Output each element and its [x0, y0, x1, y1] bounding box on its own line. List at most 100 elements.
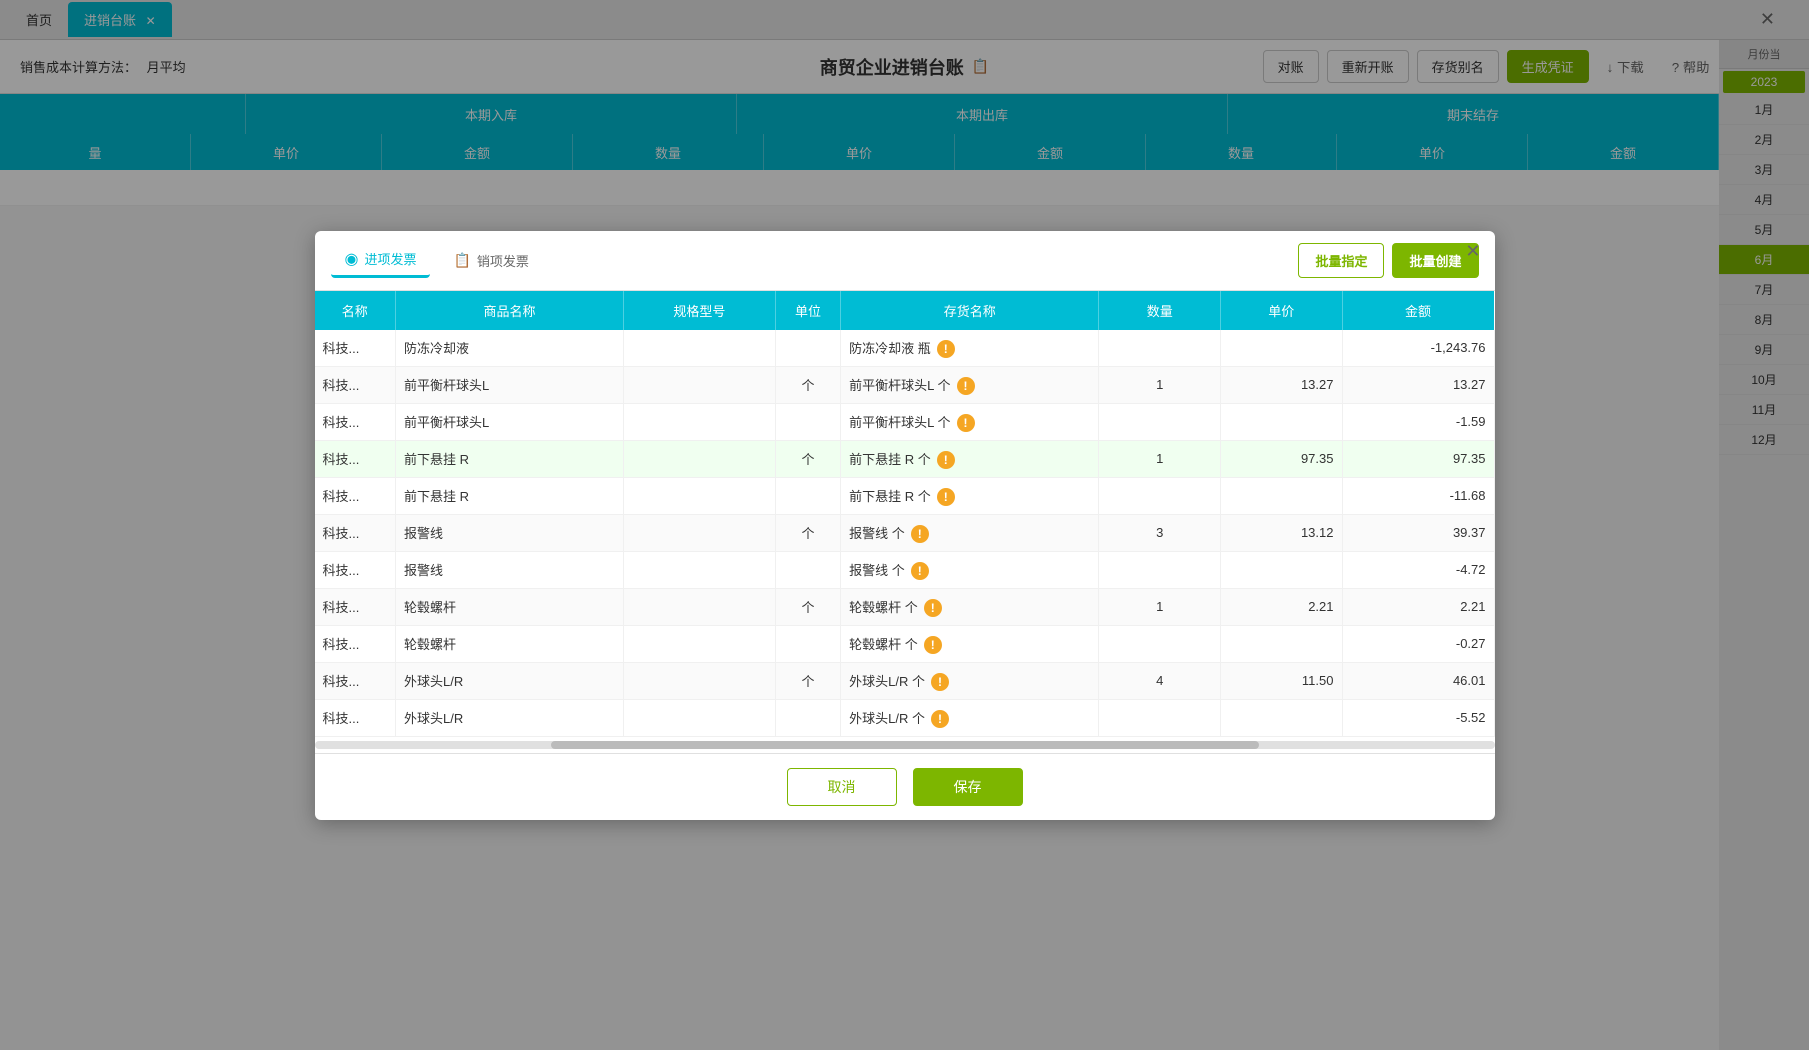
data-cell: 科技... — [315, 625, 396, 662]
table-row[interactable]: 科技...外球头L/R外球头L/R 个!-5.52 — [315, 699, 1495, 736]
warning-icon: ! — [924, 636, 942, 654]
col-price: 单价 — [1220, 291, 1342, 330]
data-cell — [623, 330, 775, 367]
data-cell: 报警线 — [396, 514, 624, 551]
modal-overlay: ◉ 进项发票 📋 销项发票 批量指定 批量创建 ✕ 名 — [0, 0, 1809, 1050]
data-cell: 科技... — [315, 477, 396, 514]
data-cell: 防冻冷却液 — [396, 330, 624, 367]
inventory-cell: 轮毂螺杆 个! — [841, 625, 1099, 662]
warning-icon: ! — [957, 414, 975, 432]
data-cell — [623, 514, 775, 551]
data-cell — [1099, 625, 1221, 662]
data-cell: 科技... — [315, 588, 396, 625]
inventory-cell: 前平衡杆球头L 个! — [841, 403, 1099, 440]
save-button[interactable]: 保存 — [913, 768, 1023, 806]
data-cell: 13.27 — [1342, 366, 1494, 403]
modal-close-button[interactable]: ✕ — [1465, 241, 1480, 262]
data-cell — [623, 440, 775, 477]
data-cell: 97.35 — [1342, 440, 1494, 477]
data-cell — [1220, 403, 1342, 440]
data-cell: 前下悬挂 R — [396, 440, 624, 477]
data-cell — [775, 330, 840, 367]
data-cell — [1099, 477, 1221, 514]
table-row[interactable]: 科技...防冻冷却液防冻冷却液 瓶!-1,243.76 — [315, 330, 1495, 367]
modal-header-buttons: 批量指定 批量创建 — [1298, 243, 1478, 278]
data-cell: 2.21 — [1220, 588, 1342, 625]
data-cell — [1220, 625, 1342, 662]
data-cell — [1220, 477, 1342, 514]
table-row[interactable]: 科技...轮毂螺杆个轮毂螺杆 个!12.212.21 — [315, 588, 1495, 625]
table-row[interactable]: 科技...前平衡杆球头L个前平衡杆球头L 个!113.2713.27 — [315, 366, 1495, 403]
data-cell: -5.52 — [1342, 699, 1494, 736]
data-cell: 科技... — [315, 514, 396, 551]
data-cell — [1099, 551, 1221, 588]
data-cell: 前下悬挂 R — [396, 477, 624, 514]
col-amount: 金额 — [1342, 291, 1494, 330]
data-cell: 13.27 — [1220, 366, 1342, 403]
batch-assign-button[interactable]: 批量指定 — [1298, 243, 1384, 278]
data-cell — [775, 477, 840, 514]
data-cell — [1099, 699, 1221, 736]
data-cell — [623, 625, 775, 662]
data-cell: -4.72 — [1342, 551, 1494, 588]
cancel-button[interactable]: 取消 — [787, 768, 897, 806]
col-inventory: 存货名称 — [841, 291, 1099, 330]
data-cell — [1220, 551, 1342, 588]
data-cell — [623, 662, 775, 699]
data-cell: 前平衡杆球头L — [396, 403, 624, 440]
warning-icon: ! — [931, 710, 949, 728]
tab-purchase-invoice[interactable]: ◉ 进项发票 — [331, 243, 431, 278]
invoice-table: 名称 商品名称 规格型号 单位 存货名称 数量 单价 金额 科技...防冻冷却液… — [315, 291, 1495, 737]
data-cell: 3 — [1099, 514, 1221, 551]
data-cell: 科技... — [315, 330, 396, 367]
table-row[interactable]: 科技...轮毂螺杆轮毂螺杆 个!-0.27 — [315, 625, 1495, 662]
warning-icon: ! — [937, 488, 955, 506]
data-cell: 个 — [775, 588, 840, 625]
col-name: 名称 — [315, 291, 396, 330]
col-spec: 规格型号 — [623, 291, 775, 330]
modal-table[interactable]: 名称 商品名称 规格型号 单位 存货名称 数量 单价 金额 科技...防冻冷却液… — [315, 291, 1495, 753]
data-cell: -1.59 — [1342, 403, 1494, 440]
data-cell — [775, 625, 840, 662]
data-cell: 1 — [1099, 440, 1221, 477]
inventory-cell: 前下悬挂 R 个! — [841, 440, 1099, 477]
warning-icon: ! — [931, 673, 949, 691]
warning-icon: ! — [937, 451, 955, 469]
invoice-in-icon: ◉ — [345, 249, 359, 269]
table-row[interactable]: 科技...外球头L/R个外球头L/R 个!411.5046.01 — [315, 662, 1495, 699]
table-row[interactable]: 科技...前下悬挂 R个前下悬挂 R 个!197.3597.35 — [315, 440, 1495, 477]
warning-icon: ! — [911, 562, 929, 580]
data-cell: 科技... — [315, 662, 396, 699]
tab-sales-invoice[interactable]: 📋 销项发票 — [438, 244, 543, 277]
inventory-cell: 前平衡杆球头L 个! — [841, 366, 1099, 403]
data-cell — [775, 699, 840, 736]
table-row[interactable]: 科技...前下悬挂 R前下悬挂 R 个!-11.68 — [315, 477, 1495, 514]
inventory-cell: 报警线 个! — [841, 514, 1099, 551]
modal-footer: 取消 保存 — [315, 753, 1495, 820]
data-cell: 2.21 — [1342, 588, 1494, 625]
modal-dialog: ◉ 进项发票 📋 销项发票 批量指定 批量创建 ✕ 名 — [315, 231, 1495, 820]
data-cell — [623, 477, 775, 514]
data-cell: 报警线 — [396, 551, 624, 588]
data-cell: 97.35 — [1220, 440, 1342, 477]
warning-icon: ! — [924, 599, 942, 617]
data-cell — [623, 588, 775, 625]
data-cell: 个 — [775, 662, 840, 699]
data-cell — [1220, 330, 1342, 367]
data-cell: 科技... — [315, 551, 396, 588]
inventory-cell: 外球头L/R 个! — [841, 662, 1099, 699]
table-row[interactable]: 科技...报警线个报警线 个!313.1239.37 — [315, 514, 1495, 551]
data-cell: 外球头L/R — [396, 699, 624, 736]
data-cell — [623, 366, 775, 403]
data-cell: 11.50 — [1220, 662, 1342, 699]
table-row[interactable]: 科技...前平衡杆球头L前平衡杆球头L 个!-1.59 — [315, 403, 1495, 440]
modal-header: ◉ 进项发票 📋 销项发票 批量指定 批量创建 ✕ — [315, 231, 1495, 291]
data-cell — [1099, 403, 1221, 440]
table-row[interactable]: 科技...报警线报警线 个!-4.72 — [315, 551, 1495, 588]
data-cell: 轮毂螺杆 — [396, 625, 624, 662]
data-cell: 1 — [1099, 366, 1221, 403]
modal-tbody: 科技...防冻冷却液防冻冷却液 瓶!-1,243.76科技...前平衡杆球头L个… — [315, 330, 1495, 737]
data-cell — [775, 403, 840, 440]
data-cell — [623, 699, 775, 736]
data-cell: 前平衡杆球头L — [396, 366, 624, 403]
